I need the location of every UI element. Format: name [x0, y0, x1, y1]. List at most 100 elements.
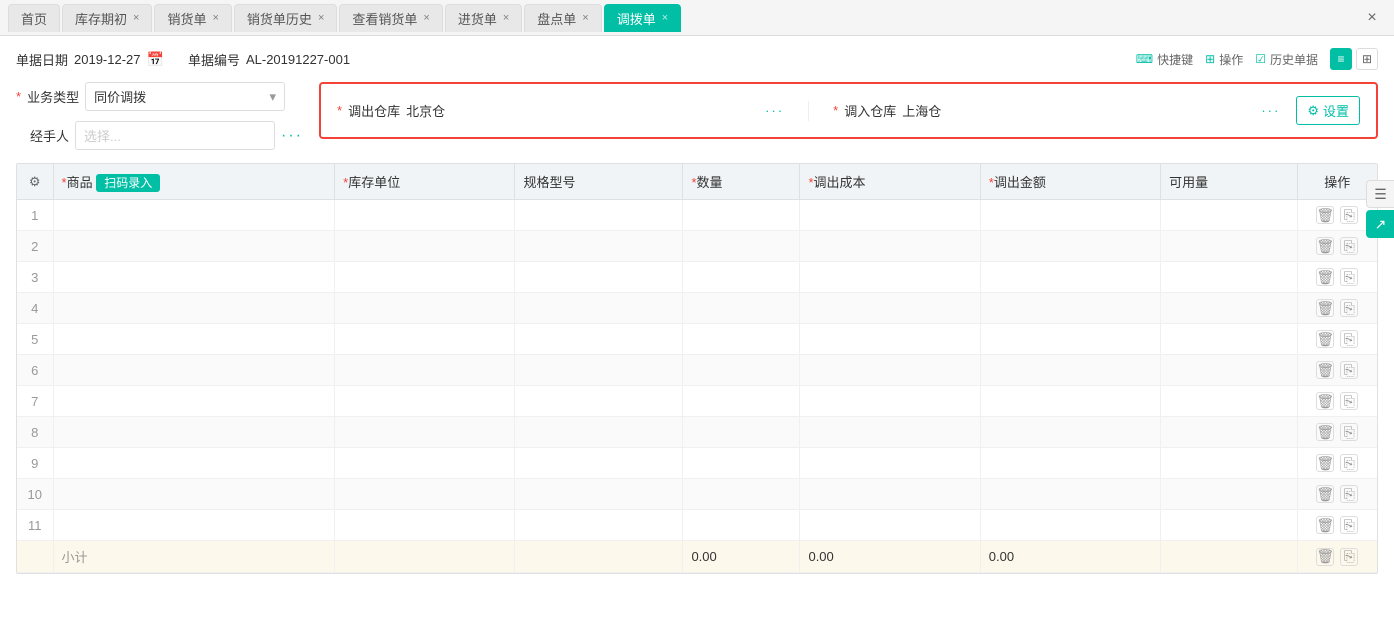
delete-icon-3[interactable]: 🗑	[1316, 268, 1334, 286]
copy-icon-4[interactable]: ⎘	[1340, 299, 1358, 317]
subtotal-delete-icon[interactable]: 🗑	[1316, 548, 1334, 566]
copy-icon-3[interactable]: ⎘	[1340, 268, 1358, 286]
row-8-qty[interactable]	[683, 417, 800, 448]
row-7-product[interactable]	[53, 386, 335, 417]
tab-inventory-init[interactable]: 库存期初 ×	[62, 4, 152, 32]
row-3-product[interactable]	[53, 262, 335, 293]
handler-more-icon[interactable]: ···	[281, 127, 303, 145]
row-7-amount[interactable]	[980, 386, 1160, 417]
row-2-qty[interactable]	[683, 231, 800, 262]
row-4-product[interactable]	[53, 293, 335, 324]
tab-stocktake[interactable]: 盘点单 ×	[524, 4, 601, 32]
delete-icon-6[interactable]: 🗑	[1316, 361, 1334, 379]
row-4-qty[interactable]	[683, 293, 800, 324]
delete-icon-2[interactable]: 🗑	[1316, 237, 1334, 255]
scan-btn[interactable]: 扫码录入	[96, 174, 160, 192]
tab-transfer[interactable]: 调拨单 ×	[604, 4, 681, 32]
tab-view-sales[interactable]: 查看销货单 ×	[339, 4, 442, 32]
row-9-unit[interactable]	[335, 448, 515, 479]
row-4-cost[interactable]	[800, 293, 980, 324]
row-5-qty[interactable]	[683, 324, 800, 355]
row-10-product[interactable]	[53, 479, 335, 510]
row-9-product[interactable]	[53, 448, 335, 479]
copy-icon-6[interactable]: ⎘	[1340, 361, 1358, 379]
row-11-product[interactable]	[53, 510, 335, 541]
row-8-unit[interactable]	[335, 417, 515, 448]
row-11-qty[interactable]	[683, 510, 800, 541]
row-8-cost[interactable]	[800, 417, 980, 448]
row-1-amount[interactable]	[980, 200, 1160, 231]
row-2-product[interactable]	[53, 231, 335, 262]
row-7-unit[interactable]	[335, 386, 515, 417]
row-11-amount[interactable]	[980, 510, 1160, 541]
transfer-in-value[interactable]: 上海仓	[902, 101, 1255, 120]
layout-grid-btn[interactable]: ⊞	[1356, 48, 1378, 70]
transfer-in-more-icon[interactable]: ···	[1261, 103, 1280, 118]
delete-icon-8[interactable]: 🗑	[1316, 423, 1334, 441]
tab-home[interactable]: 首页	[8, 4, 60, 32]
row-5-cost[interactable]	[800, 324, 980, 355]
row-8-product[interactable]	[53, 417, 335, 448]
delete-icon-5[interactable]: 🗑	[1316, 330, 1334, 348]
tab-inventory-init-close[interactable]: ×	[133, 12, 139, 24]
row-2-unit[interactable]	[335, 231, 515, 262]
row-6-cost[interactable]	[800, 355, 980, 386]
row-1-cost[interactable]	[800, 200, 980, 231]
tab-transfer-close[interactable]: ×	[662, 12, 668, 24]
float-list-btn[interactable]: ☰	[1366, 180, 1394, 208]
handler-select[interactable]: 选择...	[75, 121, 275, 150]
row-1-qty[interactable]	[683, 200, 800, 231]
row-3-cost[interactable]	[800, 262, 980, 293]
delete-icon-9[interactable]: 🗑	[1316, 454, 1334, 472]
transfer-out-value[interactable]: 北京仓	[406, 101, 759, 120]
delete-icon-11[interactable]: 🗑	[1316, 516, 1334, 534]
row-9-qty[interactable]	[683, 448, 800, 479]
settings-button[interactable]: ⚙ 设置	[1296, 96, 1360, 125]
row-2-amount[interactable]	[980, 231, 1160, 262]
calendar-icon[interactable]: 📅	[147, 51, 164, 68]
shortcuts-btn[interactable]: ⌨ 快捷键	[1136, 51, 1193, 68]
tab-stocktake-close[interactable]: ×	[582, 12, 588, 24]
row-1-unit[interactable]	[335, 200, 515, 231]
layout-list-btn[interactable]: ≡	[1330, 48, 1352, 70]
row-2-cost[interactable]	[800, 231, 980, 262]
row-10-unit[interactable]	[335, 479, 515, 510]
row-5-amount[interactable]	[980, 324, 1160, 355]
history-btn[interactable]: ☑ 历史单据	[1255, 51, 1318, 68]
copy-icon-11[interactable]: ⎘	[1340, 516, 1358, 534]
copy-icon-1[interactable]: ⎘	[1340, 206, 1358, 224]
window-close-button[interactable]: ×	[1358, 4, 1386, 32]
row-6-qty[interactable]	[683, 355, 800, 386]
row-10-qty[interactable]	[683, 479, 800, 510]
transfer-out-more-icon[interactable]: ···	[765, 103, 784, 118]
business-type-select[interactable]: 同价调拨 ▾	[85, 82, 285, 111]
delete-icon-1[interactable]: 🗑	[1316, 206, 1334, 224]
row-3-amount[interactable]	[980, 262, 1160, 293]
row-7-qty[interactable]	[683, 386, 800, 417]
copy-icon-8[interactable]: ⎘	[1340, 423, 1358, 441]
tab-sales-history[interactable]: 销货单历史 ×	[234, 4, 337, 32]
tab-sales-order[interactable]: 销货单 ×	[154, 4, 231, 32]
row-6-product[interactable]	[53, 355, 335, 386]
tab-sales-order-close[interactable]: ×	[212, 12, 218, 24]
float-expand-btn[interactable]: ↗	[1366, 210, 1394, 238]
row-7-cost[interactable]	[800, 386, 980, 417]
row-9-cost[interactable]	[800, 448, 980, 479]
tab-purchase-close[interactable]: ×	[503, 12, 509, 24]
copy-icon-7[interactable]: ⎘	[1340, 392, 1358, 410]
row-10-cost[interactable]	[800, 479, 980, 510]
row-4-unit[interactable]	[335, 293, 515, 324]
table-gear-header[interactable]: ⚙	[17, 164, 53, 200]
row-3-qty[interactable]	[683, 262, 800, 293]
copy-icon-9[interactable]: ⎘	[1340, 454, 1358, 472]
row-9-amount[interactable]	[980, 448, 1160, 479]
delete-icon-4[interactable]: 🗑	[1316, 299, 1334, 317]
row-1-product[interactable]	[53, 200, 335, 231]
row-8-amount[interactable]	[980, 417, 1160, 448]
copy-icon-10[interactable]: ⎘	[1340, 485, 1358, 503]
tab-view-sales-close[interactable]: ×	[423, 12, 429, 24]
row-10-amount[interactable]	[980, 479, 1160, 510]
row-11-unit[interactable]	[335, 510, 515, 541]
delete-icon-10[interactable]: 🗑	[1316, 485, 1334, 503]
row-11-cost[interactable]	[800, 510, 980, 541]
